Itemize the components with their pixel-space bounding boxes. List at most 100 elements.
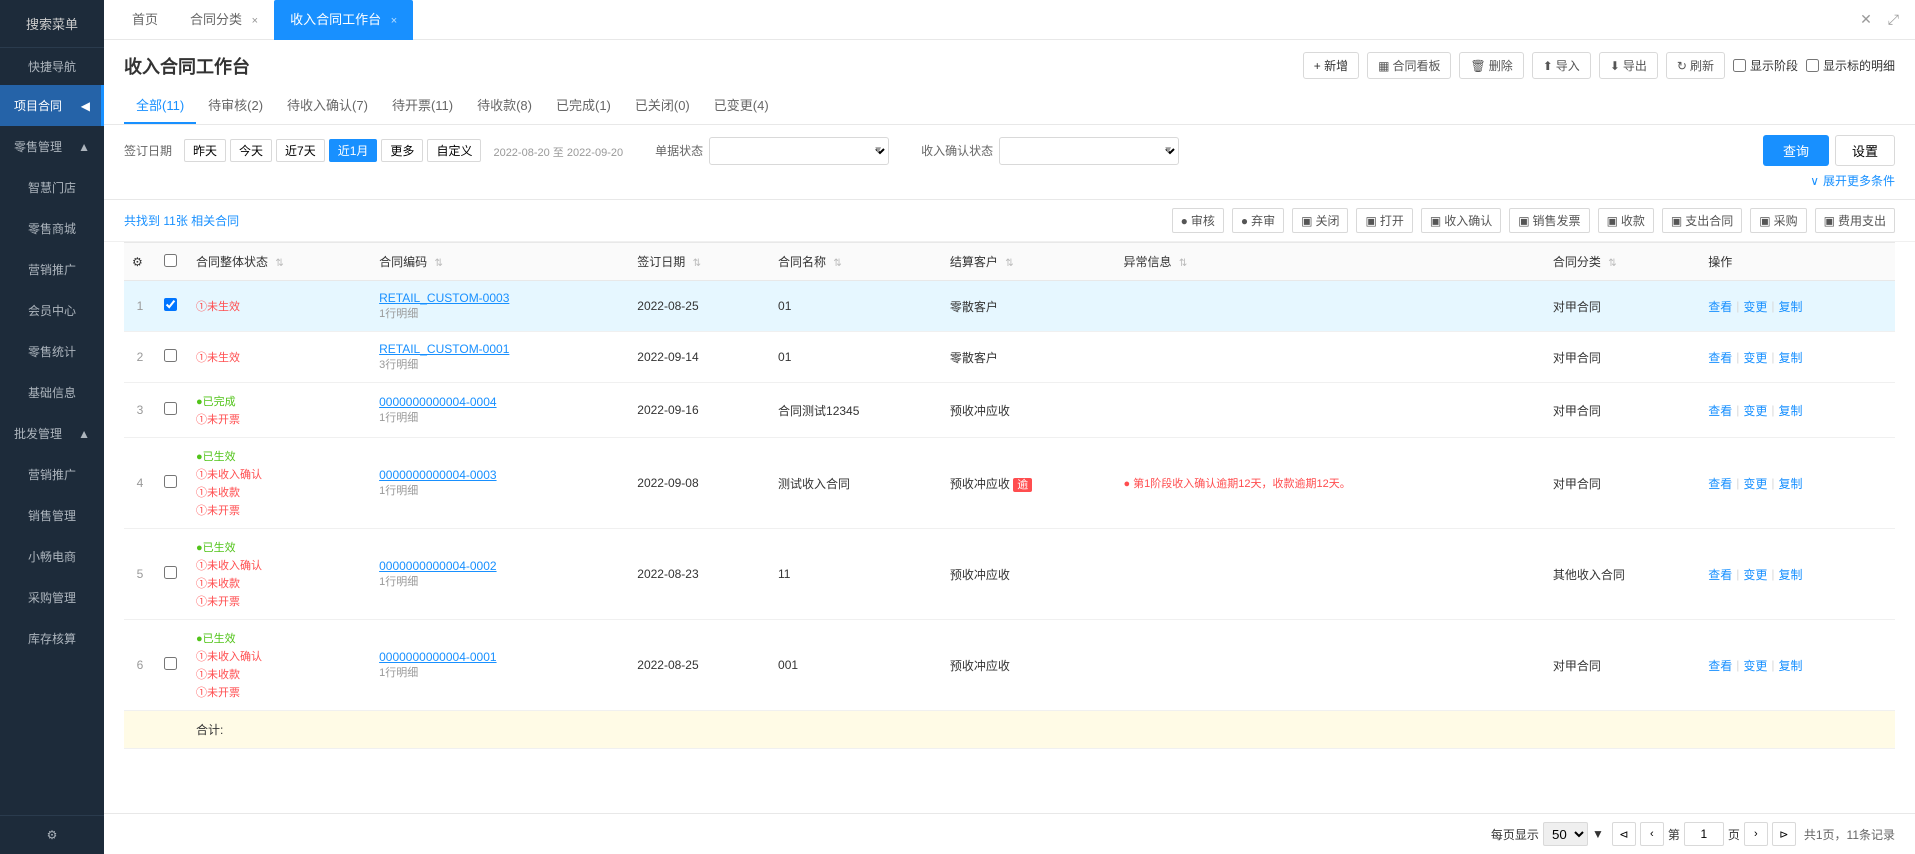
contract-code-link[interactable]: 0000000000004-0002 xyxy=(379,559,496,573)
expand-filters-btn[interactable]: ∨ 展开更多条件 xyxy=(1810,172,1895,189)
sidebar-item-stats[interactable]: 零售统计 xyxy=(0,331,104,372)
import-button[interactable]: ⬆ 导入 xyxy=(1532,52,1591,79)
sidebar-item-purchase[interactable]: 采购管理 xyxy=(0,577,104,618)
date-more[interactable]: 更多 xyxy=(381,139,423,162)
op-查看[interactable]: 查看 xyxy=(1708,475,1732,492)
sidebar-item-retail[interactable]: 零售管理 ▲ xyxy=(0,126,104,167)
sidebar-item-online-store[interactable]: 零售商城 xyxy=(0,208,104,249)
kanban-button[interactable]: ▦ 合同看板 xyxy=(1367,52,1451,79)
show-detail-checkbox[interactable] xyxy=(1806,59,1819,72)
next-page-btn[interactable]: › xyxy=(1744,822,1768,846)
op-复制[interactable]: 复制 xyxy=(1779,298,1803,315)
filter-tab-pending-review[interactable]: 待审核(2) xyxy=(196,87,275,124)
op-复制[interactable]: 复制 xyxy=(1779,566,1803,583)
sidebar-item-sales[interactable]: 销售管理 xyxy=(0,495,104,536)
settings-icon[interactable]: ⚙ xyxy=(132,255,143,269)
filter-tab-changed[interactable]: 已变更(4) xyxy=(702,87,781,124)
sidebar-item-base[interactable]: 基础信息 xyxy=(0,372,104,413)
sidebar-item-smart-store[interactable]: 智慧门店 xyxy=(0,167,104,208)
abandon-btn[interactable]: ● 弃审 xyxy=(1232,208,1284,233)
contract-code-link[interactable]: 0000000000004-0001 xyxy=(379,650,496,664)
select-all-checkbox[interactable] xyxy=(164,254,177,267)
add-button[interactable]: + 新增 xyxy=(1303,52,1359,79)
sidebar-item-project[interactable]: 项目合同 ◀ xyxy=(0,85,104,126)
open-btn[interactable]: ▣ 打开 xyxy=(1356,208,1412,233)
doc-status-select[interactable] xyxy=(709,137,889,165)
filter-setting-button[interactable]: 设置 xyxy=(1835,135,1895,166)
date-last1m[interactable]: 近1月 xyxy=(329,139,378,162)
sidebar-item-ecom[interactable]: 小畅电商 xyxy=(0,536,104,577)
sidebar-settings[interactable]: ⚙ xyxy=(0,815,104,854)
contract-code-link[interactable]: RETAIL_CUSTOM-0001 xyxy=(379,342,509,356)
filter-tab-pending-collection[interactable]: 待收款(8) xyxy=(465,87,544,124)
op-变更[interactable]: 变更 xyxy=(1743,657,1767,674)
income-confirm-select[interactable] xyxy=(999,137,1179,165)
op-变更[interactable]: 变更 xyxy=(1743,298,1767,315)
sidebar-search[interactable]: 搜索菜单 xyxy=(0,0,104,48)
purchase-btn[interactable]: ▣ 采购 xyxy=(1750,208,1806,233)
op-查看[interactable]: 查看 xyxy=(1708,349,1732,366)
expense-out-btn[interactable]: ▣ 费用支出 xyxy=(1815,208,1895,233)
contract-code-link[interactable]: 0000000000004-0004 xyxy=(379,395,496,409)
op-查看[interactable]: 查看 xyxy=(1708,566,1732,583)
row-select[interactable] xyxy=(164,566,177,579)
page-number-input[interactable] xyxy=(1684,822,1724,846)
tab-close-income-workbench[interactable]: × xyxy=(391,15,397,27)
filter-tab-closed[interactable]: 已关闭(0) xyxy=(623,87,702,124)
date-custom[interactable]: 自定义 xyxy=(427,139,481,162)
error-info-sort[interactable]: ⇅ xyxy=(1179,258,1187,269)
filter-tab-pending-income[interactable]: 待收入确认(7) xyxy=(275,87,380,124)
date-last7[interactable]: 近7天 xyxy=(276,139,325,162)
op-变更[interactable]: 变更 xyxy=(1743,475,1767,492)
tab-home[interactable]: 首页 xyxy=(116,0,174,40)
contract-status-sort[interactable]: ⇅ xyxy=(275,258,283,269)
row-select[interactable] xyxy=(164,298,177,311)
row-select[interactable] xyxy=(164,402,177,415)
op-查看[interactable]: 查看 xyxy=(1708,402,1732,419)
op-变更[interactable]: 变更 xyxy=(1743,566,1767,583)
show-stages-checkbox[interactable] xyxy=(1733,59,1746,72)
row-select[interactable] xyxy=(164,475,177,488)
op-复制[interactable]: 复制 xyxy=(1779,657,1803,674)
tab-contract-category[interactable]: 合同分类 × xyxy=(174,0,274,40)
refresh-button[interactable]: ↻ 刷新 xyxy=(1666,52,1725,79)
op-复制[interactable]: 复制 xyxy=(1779,402,1803,419)
sidebar-nav[interactable]: 快捷导航 xyxy=(0,48,104,85)
first-page-btn[interactable]: ⊲ xyxy=(1612,822,1636,846)
sidebar-item-marketing[interactable]: 营销推广 xyxy=(0,249,104,290)
contract-code-sort[interactable]: ⇅ xyxy=(434,258,442,269)
collection-btn[interactable]: ▣ 收款 xyxy=(1598,208,1654,233)
query-button[interactable]: 查询 xyxy=(1763,135,1829,166)
contract-name-sort[interactable]: ⇅ xyxy=(833,258,841,269)
sidebar-item-member[interactable]: 会员中心 xyxy=(0,290,104,331)
contract-code-link[interactable]: 0000000000004-0003 xyxy=(379,468,496,482)
filter-tab-pending-invoice[interactable]: 待开票(11) xyxy=(380,87,465,124)
date-yesterday[interactable]: 昨天 xyxy=(184,139,226,162)
contract-code-link[interactable]: RETAIL_CUSTOM-0003 xyxy=(379,291,509,305)
settlement-customer-sort[interactable]: ⇅ xyxy=(1005,258,1013,269)
prev-page-btn[interactable]: ‹ xyxy=(1640,822,1664,846)
show-stages-checkbox-label[interactable]: 显示阶段 xyxy=(1733,57,1798,74)
sidebar-item-wholesale[interactable]: 批发管理 ▲ xyxy=(0,413,104,454)
per-page-select[interactable]: 50 xyxy=(1543,822,1588,846)
delete-button[interactable]: 🗑 删除 xyxy=(1459,52,1523,79)
tab-close-contract-category[interactable]: × xyxy=(252,15,258,27)
tab-close-btn[interactable]: ✕ xyxy=(1856,9,1876,30)
date-today[interactable]: 今天 xyxy=(230,139,272,162)
out-contract-btn[interactable]: ▣ 支出合同 xyxy=(1662,208,1742,233)
op-复制[interactable]: 复制 xyxy=(1779,349,1803,366)
income-confirm-btn[interactable]: ▣ 收入确认 xyxy=(1421,208,1501,233)
close-btn[interactable]: ▣ 关闭 xyxy=(1292,208,1348,233)
sidebar-item-mkt2[interactable]: 营销推广 xyxy=(0,454,104,495)
filter-tab-all[interactable]: 全部(11) xyxy=(124,87,196,124)
last-page-btn[interactable]: ⊳ xyxy=(1772,822,1796,846)
review-btn[interactable]: ● 审核 xyxy=(1172,208,1224,233)
row-select[interactable] xyxy=(164,349,177,362)
export-button[interactable]: ⬇ 导出 xyxy=(1599,52,1658,79)
filter-tab-completed[interactable]: 已完成(1) xyxy=(544,87,623,124)
sales-invoice-btn[interactable]: ▣ 销售发票 xyxy=(1509,208,1589,233)
op-变更[interactable]: 变更 xyxy=(1743,402,1767,419)
op-查看[interactable]: 查看 xyxy=(1708,298,1732,315)
show-detail-checkbox-label[interactable]: 显示标的明细 xyxy=(1806,57,1895,74)
op-查看[interactable]: 查看 xyxy=(1708,657,1732,674)
